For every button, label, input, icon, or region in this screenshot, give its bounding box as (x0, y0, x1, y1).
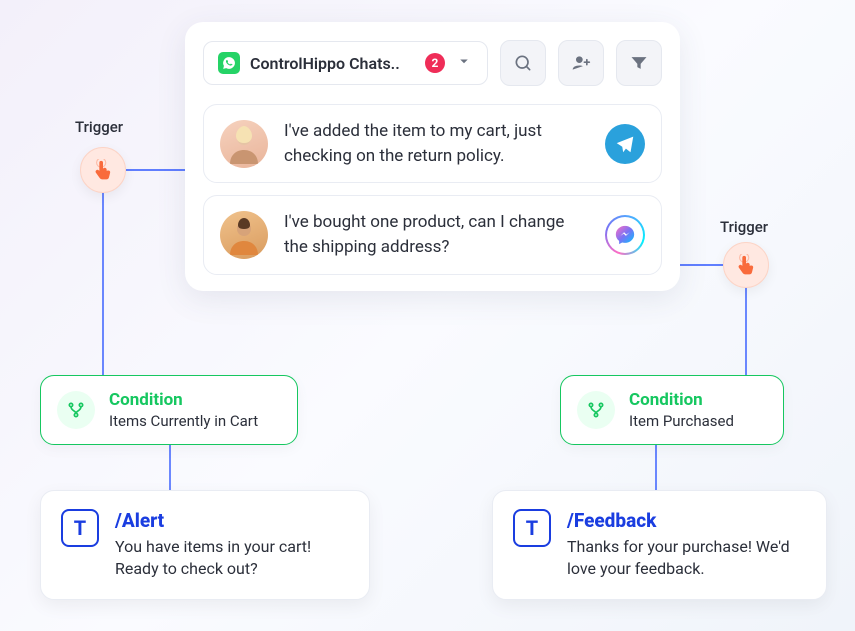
messages-list: I've added the item to my cart, just che… (203, 104, 662, 275)
trigger-node-right[interactable] (723, 242, 769, 288)
message-item[interactable]: I've added the item to my cart, just che… (203, 104, 662, 183)
template-card-right[interactable]: T /Feedback Thanks for your purchase! We… (492, 490, 827, 600)
tap-icon (735, 254, 757, 276)
message-text: I've added the item to my cart, just che… (284, 119, 589, 168)
message-text: I've bought one product, can I change th… (284, 210, 589, 259)
condition-card-right[interactable]: Condition Item Purchased (560, 375, 784, 445)
messenger-icon (605, 215, 645, 255)
condition-card-left[interactable]: Condition Items Currently in Cart (40, 375, 298, 445)
chevron-down-icon (455, 52, 473, 74)
template-tag-icon: T (61, 509, 99, 547)
condition-title: Condition (109, 390, 258, 410)
trigger-node-left[interactable] (80, 147, 126, 193)
whatsapp-icon (218, 52, 240, 74)
add-user-icon (571, 53, 591, 73)
message-item[interactable]: I've bought one product, can I change th… (203, 195, 662, 274)
template-tag-icon: T (513, 509, 551, 547)
condition-subtitle: Item Purchased (629, 412, 734, 430)
avatar (220, 120, 268, 168)
chat-panel: ControlHippo Chats.. 2 I've adde (185, 22, 680, 291)
template-body: You have items in your cart! Ready to ch… (115, 536, 349, 581)
template-card-left[interactable]: T /Alert You have items in your cart! Re… (40, 490, 370, 600)
search-icon (513, 53, 533, 73)
condition-subtitle: Items Currently in Cart (109, 412, 258, 430)
avatar (220, 211, 268, 259)
trigger-label-right: Trigger (720, 218, 768, 236)
filter-icon (629, 53, 649, 73)
filter-button[interactable] (616, 40, 662, 86)
add-user-button[interactable] (558, 40, 604, 86)
condition-title: Condition (629, 390, 734, 410)
tap-icon (92, 159, 114, 181)
telegram-icon (605, 124, 645, 164)
trigger-label-left: Trigger (75, 118, 123, 136)
source-dropdown[interactable]: ControlHippo Chats.. 2 (203, 41, 488, 85)
branch-icon (57, 391, 95, 429)
branch-icon (577, 391, 615, 429)
template-title: /Alert (115, 509, 349, 532)
search-button[interactable] (500, 40, 546, 86)
template-title: /Feedback (567, 509, 806, 532)
template-body: Thanks for your purchase! We'd love your… (567, 536, 806, 581)
panel-header: ControlHippo Chats.. 2 (203, 40, 662, 86)
unread-badge: 2 (425, 53, 445, 73)
dropdown-label: ControlHippo Chats.. (250, 54, 415, 73)
